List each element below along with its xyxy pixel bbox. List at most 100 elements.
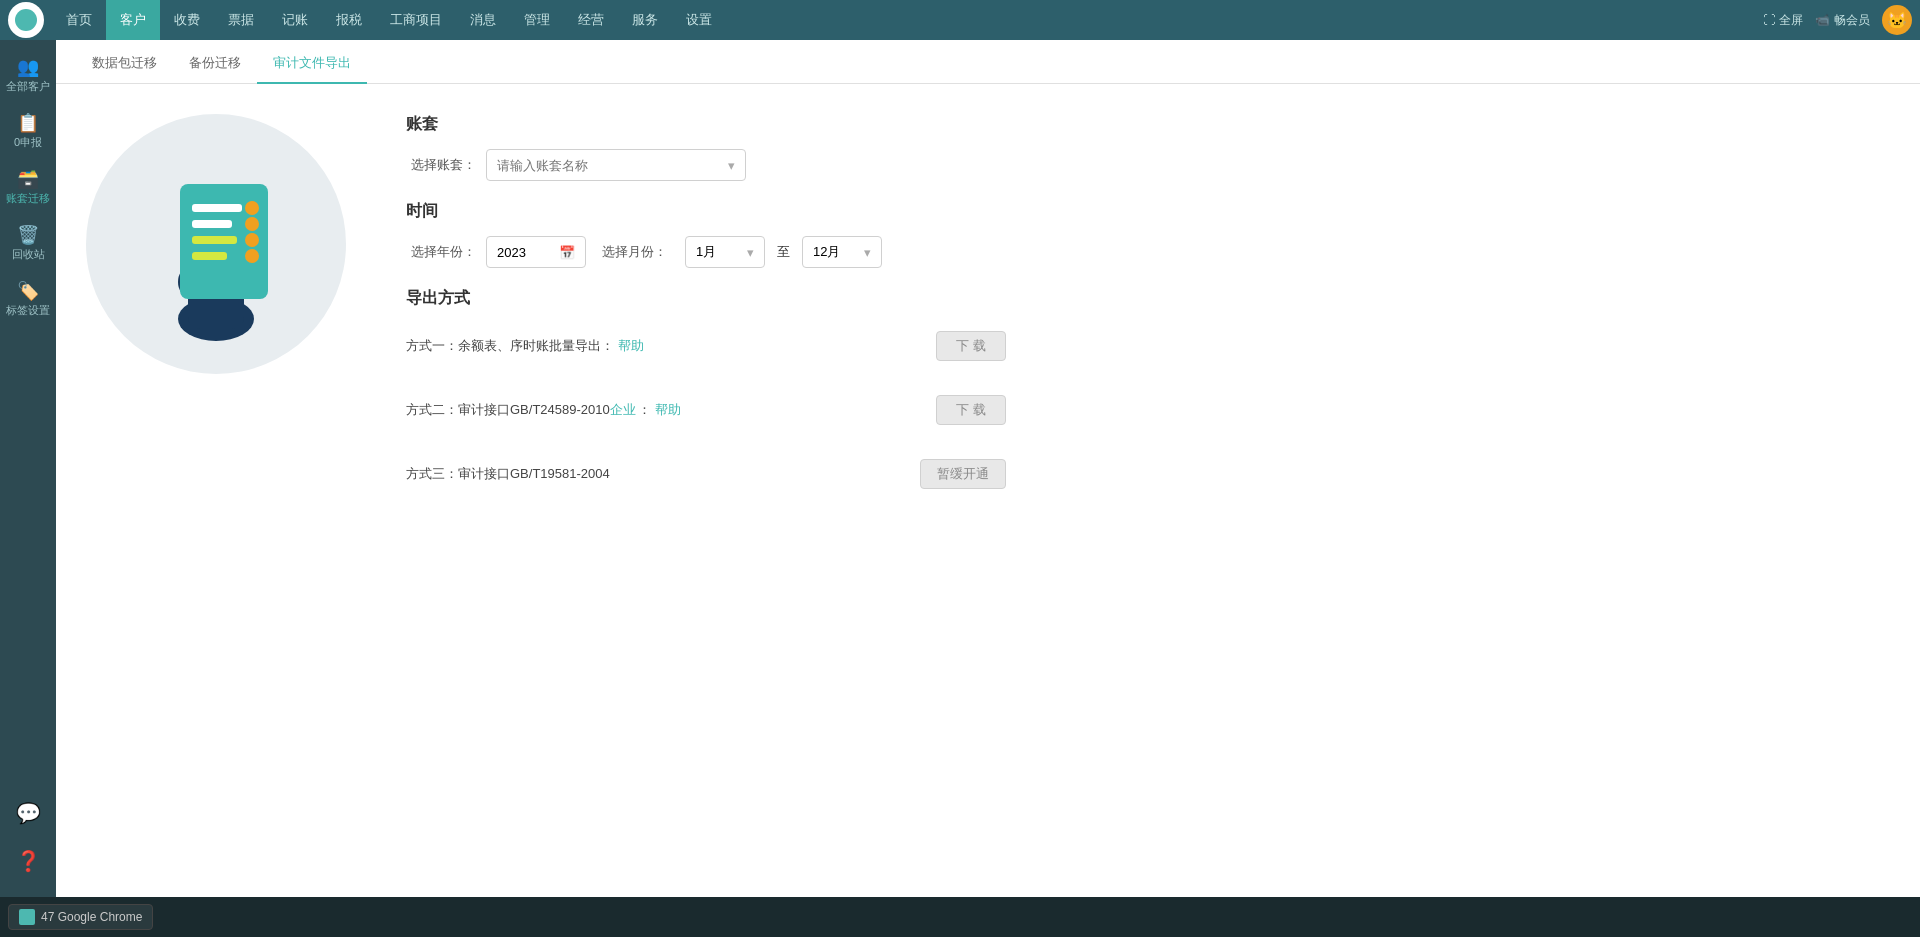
account-text-input[interactable] bbox=[497, 158, 728, 173]
nav-message[interactable]: 消息 bbox=[456, 0, 510, 40]
nav-items: 首页 客户 收费 票据 记账 报税 工商项目 消息 管理 经营 服务 设置 bbox=[52, 0, 1763, 40]
year-input[interactable]: 2023 📅 bbox=[486, 236, 586, 268]
method-2-label: 方式二：审计接口GB/T24589-2010企业：帮助 bbox=[406, 401, 681, 419]
illustration-svg bbox=[136, 144, 296, 344]
sidebar-item-all-clients[interactable]: 👥 全部客户 bbox=[0, 48, 56, 104]
svg-point-15 bbox=[245, 249, 259, 263]
nav-manage[interactable]: 管理 bbox=[510, 0, 564, 40]
to-separator: 至 bbox=[777, 243, 790, 261]
export-method-1: 方式一：余额表、序时账批量导出：帮助 下 载 bbox=[406, 323, 1006, 369]
form-area: 账套 选择账套： ▾ 时间 选择年份： bbox=[406, 114, 1006, 515]
month-chevron-icon: ▾ bbox=[747, 245, 754, 260]
nav-settings[interactable]: 设置 bbox=[672, 0, 726, 40]
nav-business[interactable]: 工商项目 bbox=[376, 0, 456, 40]
start-month-select[interactable]: 1月 ▾ bbox=[685, 236, 765, 268]
nav-bookkeeping[interactable]: 记账 bbox=[268, 0, 322, 40]
tab-backup-migrate[interactable]: 备份迁移 bbox=[173, 44, 257, 84]
tag-settings-icon: 🏷️ bbox=[17, 282, 39, 300]
sidebar-item-tag-settings[interactable]: 🏷️ 标签设置 bbox=[0, 272, 56, 328]
user-avatar[interactable]: 🐱 bbox=[1882, 5, 1912, 35]
page-content: 账套 选择账套： ▾ 时间 选择年份： bbox=[56, 84, 1920, 897]
tab-audit-export[interactable]: 审计文件导出 bbox=[257, 44, 367, 84]
svg-point-12 bbox=[245, 201, 259, 215]
sidebar-label-tag-settings: 标签设置 bbox=[6, 303, 50, 318]
fullscreen-label: 全屏 bbox=[1779, 12, 1803, 29]
export-section-title: 导出方式 bbox=[406, 288, 1006, 309]
sidebar-item-recycle[interactable]: 🗑️ 回收站 bbox=[0, 216, 56, 272]
end-month-select[interactable]: 12月 ▾ bbox=[802, 236, 882, 268]
zero-declare-icon: 📋 bbox=[17, 114, 39, 132]
content-area: 数据包迁移 备份迁移 审计文件导出 bbox=[56, 40, 1920, 897]
nav-invoice[interactable]: 票据 bbox=[214, 0, 268, 40]
chat-icon[interactable]: 💬 bbox=[16, 793, 41, 833]
nav-fee[interactable]: 收费 bbox=[160, 0, 214, 40]
tab-data-migrate[interactable]: 数据包迁移 bbox=[76, 44, 173, 84]
export-method-2: 方式二：审计接口GB/T24589-2010企业：帮助 下 载 bbox=[406, 387, 1006, 433]
nav-operations[interactable]: 经营 bbox=[564, 0, 618, 40]
method-row-3: 方式三：审计接口GB/T19581-2004 暂缓开通 bbox=[406, 451, 1006, 497]
sidebar-item-zero-declare[interactable]: 📋 0申报 bbox=[0, 104, 56, 160]
account-form-row: 选择账套： ▾ bbox=[406, 149, 1006, 181]
tab-bar: 数据包迁移 备份迁移 审计文件导出 bbox=[56, 40, 1920, 84]
svg-rect-9 bbox=[192, 220, 232, 228]
method-1-help-link[interactable]: 帮助 bbox=[618, 338, 644, 353]
taskbar-chrome-label: 47 Google Chrome bbox=[41, 910, 142, 924]
sidebar-label-all-clients: 全部客户 bbox=[6, 79, 50, 94]
time-form-row: 选择年份： 2023 📅 选择月份： 1月 ▾ bbox=[406, 236, 1006, 268]
member-label: 畅会员 bbox=[1834, 12, 1870, 29]
nav-tax[interactable]: 报税 bbox=[322, 0, 376, 40]
method-3-label: 方式三：审计接口GB/T19581-2004 bbox=[406, 465, 610, 483]
export-method-3: 方式三：审计接口GB/T19581-2004 暂缓开通 bbox=[406, 451, 1006, 497]
recycle-icon: 🗑️ bbox=[17, 226, 39, 244]
account-section-title: 账套 bbox=[406, 114, 1006, 135]
video-icon: 📹 bbox=[1815, 13, 1830, 27]
content-wrapper: 账套 选择账套： ▾ 时间 选择年份： bbox=[86, 114, 1890, 515]
fullscreen-icon: ⛶ bbox=[1763, 13, 1775, 27]
method-3-open-button[interactable]: 暂缓开通 bbox=[920, 459, 1006, 489]
nav-service[interactable]: 服务 bbox=[618, 0, 672, 40]
all-clients-icon: 👥 bbox=[17, 58, 39, 76]
main-layout: 👥 全部客户 📋 0申报 🗃️ 账套迁移 🗑️ 回收站 🏷️ 标签设置 💬 ❓ … bbox=[0, 40, 1920, 897]
year-value: 2023 bbox=[497, 245, 526, 260]
chrome-icon bbox=[19, 909, 35, 925]
help-icon[interactable]: ❓ bbox=[16, 841, 41, 881]
method-2-download-button[interactable]: 下 载 bbox=[936, 395, 1006, 425]
member-button[interactable]: 📹 畅会员 bbox=[1815, 12, 1870, 29]
svg-rect-8 bbox=[192, 204, 242, 212]
nav-client[interactable]: 客户 bbox=[106, 0, 160, 40]
time-section-title: 时间 bbox=[406, 201, 1006, 222]
chevron-down-icon: ▾ bbox=[728, 158, 735, 173]
time-row: 2023 📅 选择月份： 1月 ▾ 至 12月 bbox=[486, 236, 882, 268]
year-label: 选择年份： bbox=[406, 243, 476, 261]
method-1-label: 方式一：余额表、序时账批量导出：帮助 bbox=[406, 337, 644, 355]
svg-rect-11 bbox=[192, 252, 227, 260]
taskbar: 47 Google Chrome bbox=[0, 897, 1920, 937]
method-1-download-button[interactable]: 下 载 bbox=[936, 331, 1006, 361]
sidebar-item-account-migrate[interactable]: 🗃️ 账套迁移 bbox=[0, 160, 56, 216]
month-label: 选择月份： bbox=[602, 243, 667, 261]
taskbar-chrome-item[interactable]: 47 Google Chrome bbox=[8, 904, 153, 930]
logo[interactable] bbox=[8, 2, 44, 38]
method-row-2: 方式二：审计接口GB/T24589-2010企业：帮助 下 载 bbox=[406, 387, 1006, 433]
method-2-enterprise: 企业 bbox=[610, 402, 636, 417]
account-migrate-icon: 🗃️ bbox=[17, 170, 39, 188]
account-select-input[interactable]: ▾ bbox=[486, 149, 746, 181]
end-month-value: 12月 bbox=[813, 243, 840, 261]
sidebar: 👥 全部客户 📋 0申报 🗃️ 账套迁移 🗑️ 回收站 🏷️ 标签设置 💬 ❓ bbox=[0, 40, 56, 897]
sidebar-bottom: 💬 ❓ bbox=[16, 793, 41, 897]
sidebar-label-account-migrate: 账套迁移 bbox=[6, 191, 50, 206]
right-actions: ⛶ 全屏 📹 畅会员 🐱 bbox=[1763, 5, 1912, 35]
end-month-chevron-icon: ▾ bbox=[864, 245, 871, 260]
illustration bbox=[86, 114, 346, 374]
account-select-label: 选择账套： bbox=[406, 156, 476, 174]
sidebar-label-zero-declare: 0申报 bbox=[14, 135, 42, 150]
method-row-1: 方式一：余额表、序时账批量导出：帮助 下 载 bbox=[406, 323, 1006, 369]
sidebar-label-recycle: 回收站 bbox=[12, 247, 45, 262]
fullscreen-button[interactable]: ⛶ 全屏 bbox=[1763, 12, 1803, 29]
svg-point-14 bbox=[245, 233, 259, 247]
svg-point-13 bbox=[245, 217, 259, 231]
calendar-icon: 📅 bbox=[559, 245, 575, 260]
nav-home[interactable]: 首页 bbox=[52, 0, 106, 40]
method-2-help-link[interactable]: 帮助 bbox=[655, 402, 681, 417]
start-month-value: 1月 bbox=[696, 243, 716, 261]
